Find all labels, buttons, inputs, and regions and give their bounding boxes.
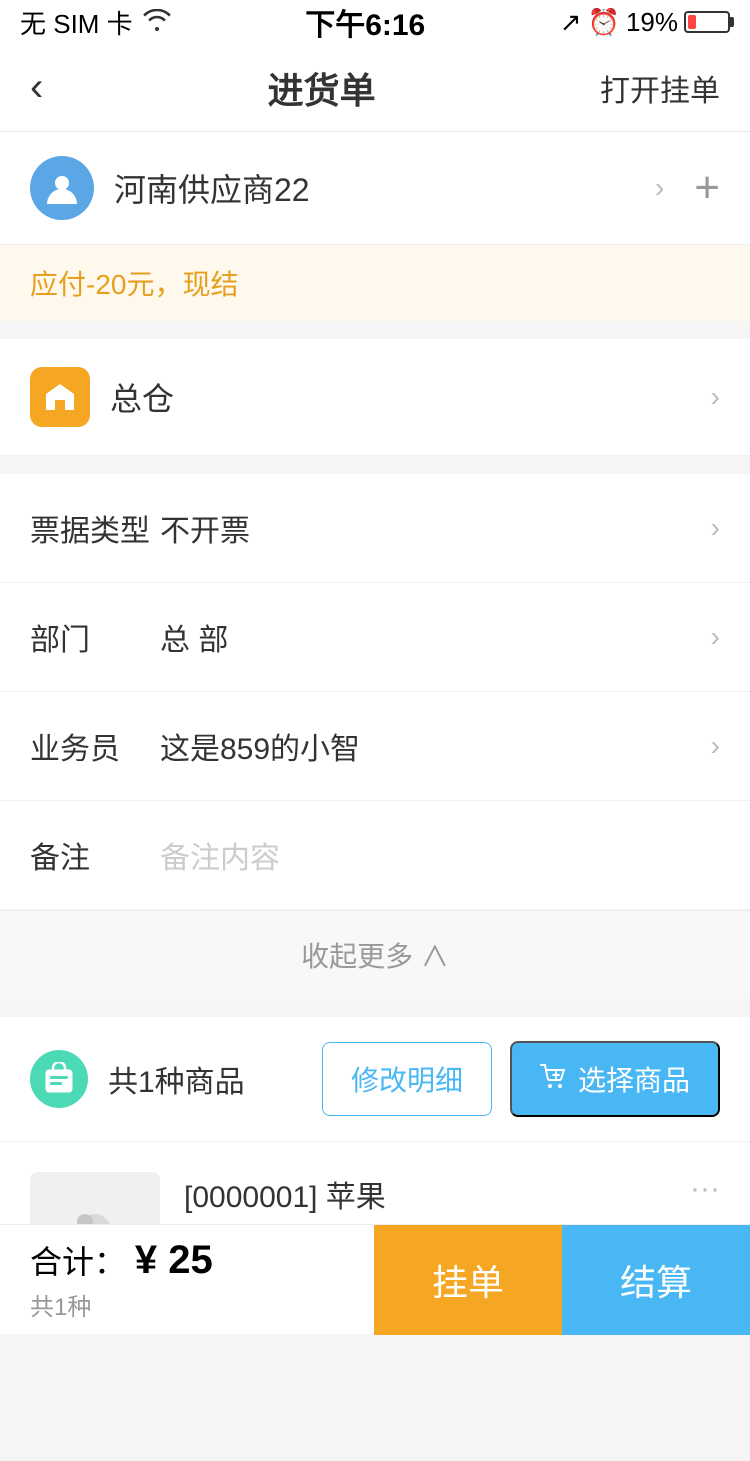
select-product-label: 选择商品 [578,1059,690,1099]
sales-row[interactable]: 业务员 这是859的小智 › [0,692,750,801]
dept-value: 总 部 [160,615,711,659]
product-title: 苹果 [326,1181,386,1214]
total-label: 合计： [30,1244,126,1280]
warehouse-chevron-icon: › [711,381,720,413]
supplier-avatar [30,156,94,220]
add-supplier-button[interactable]: + [694,166,720,210]
battery-icon [684,11,730,33]
cart-icon [540,1063,568,1095]
supplier-card: 河南供应商22 › + 应付-20元，现结 [0,132,750,321]
total-count: 共1种 [30,1287,344,1322]
settle-button[interactable]: 结算 [562,1225,750,1335]
select-product-button[interactable]: 选择商品 [510,1041,720,1117]
supplier-info-banner: 应付-20元，现结 [0,245,750,321]
back-button[interactable]: ‹ [30,65,43,110]
invoice-chevron-icon: › [711,512,720,544]
footer-total: 合计： ¥ 25 共1种 [0,1237,374,1322]
warehouse-card: 总仓 › [0,339,750,456]
collapse-button[interactable]: 收起更多 ∧ [0,910,750,999]
warehouse-name: 总仓 [110,374,711,420]
remark-input[interactable]: 备注内容 [160,833,720,877]
hang-button[interactable]: 挂单 [374,1225,562,1335]
nav-bar: ‹ 进货单 打开挂单 [0,44,750,132]
sales-value: 这是859的小智 [160,724,711,768]
status-left: 无 SIM 卡 [20,4,171,41]
wifi-icon [143,7,171,38]
status-bar: 无 SIM 卡 下午6:16 ↗ ⏰ 19% [0,0,750,44]
dept-label: 部门 [30,615,160,659]
supplier-row[interactable]: 河南供应商22 › + [0,132,750,245]
remark-label: 备注 [30,833,160,877]
products-count-label: 共1种商品 [108,1057,322,1101]
page-title: 进货单 [268,62,376,114]
invoice-row[interactable]: 票据类型 不开票 › [0,474,750,583]
sales-label: 业务员 [30,724,160,768]
footer-total-row: 合计： ¥ 25 [30,1237,344,1283]
invoice-value: 不开票 [160,506,711,550]
warehouse-icon [30,367,90,427]
product-code: [0000001] [184,1181,326,1214]
alarm-icon: ⏰ [588,7,620,38]
location-icon: ↗ [560,7,582,38]
remark-row[interactable]: 备注 备注内容 [0,801,750,910]
status-right: ↗ ⏰ 19% [560,7,730,38]
supplier-chevron-icon: › [655,172,664,204]
open-hang-button[interactable]: 打开挂单 [600,66,720,110]
products-header: 共1种商品 修改明细 选择商品 [0,1017,750,1142]
supplier-name: 河南供应商22 [114,165,655,211]
product-more-button[interactable]: ··· [690,1172,720,1206]
invoice-label: 票据类型 [30,506,160,550]
warehouse-row[interactable]: 总仓 › [0,339,750,456]
status-time: 下午6:16 [305,0,425,44]
sales-chevron-icon: › [711,730,720,762]
total-amount: ¥ 25 [135,1238,213,1282]
form-card: 票据类型 不开票 › 部门 总 部 › 业务员 这是859的小智 › 备注 备注… [0,474,750,999]
edit-detail-button[interactable]: 修改明细 [322,1042,492,1116]
dept-chevron-icon: › [711,621,720,653]
carrier-label: 无 SIM 卡 [20,4,133,41]
product-name: [0000001] 苹果 [184,1172,690,1216]
products-icon [30,1050,88,1108]
dept-row[interactable]: 部门 总 部 › [0,583,750,692]
footer: 合计： ¥ 25 共1种 挂单 结算 [0,1224,750,1334]
battery-percent: 19% [626,7,678,38]
